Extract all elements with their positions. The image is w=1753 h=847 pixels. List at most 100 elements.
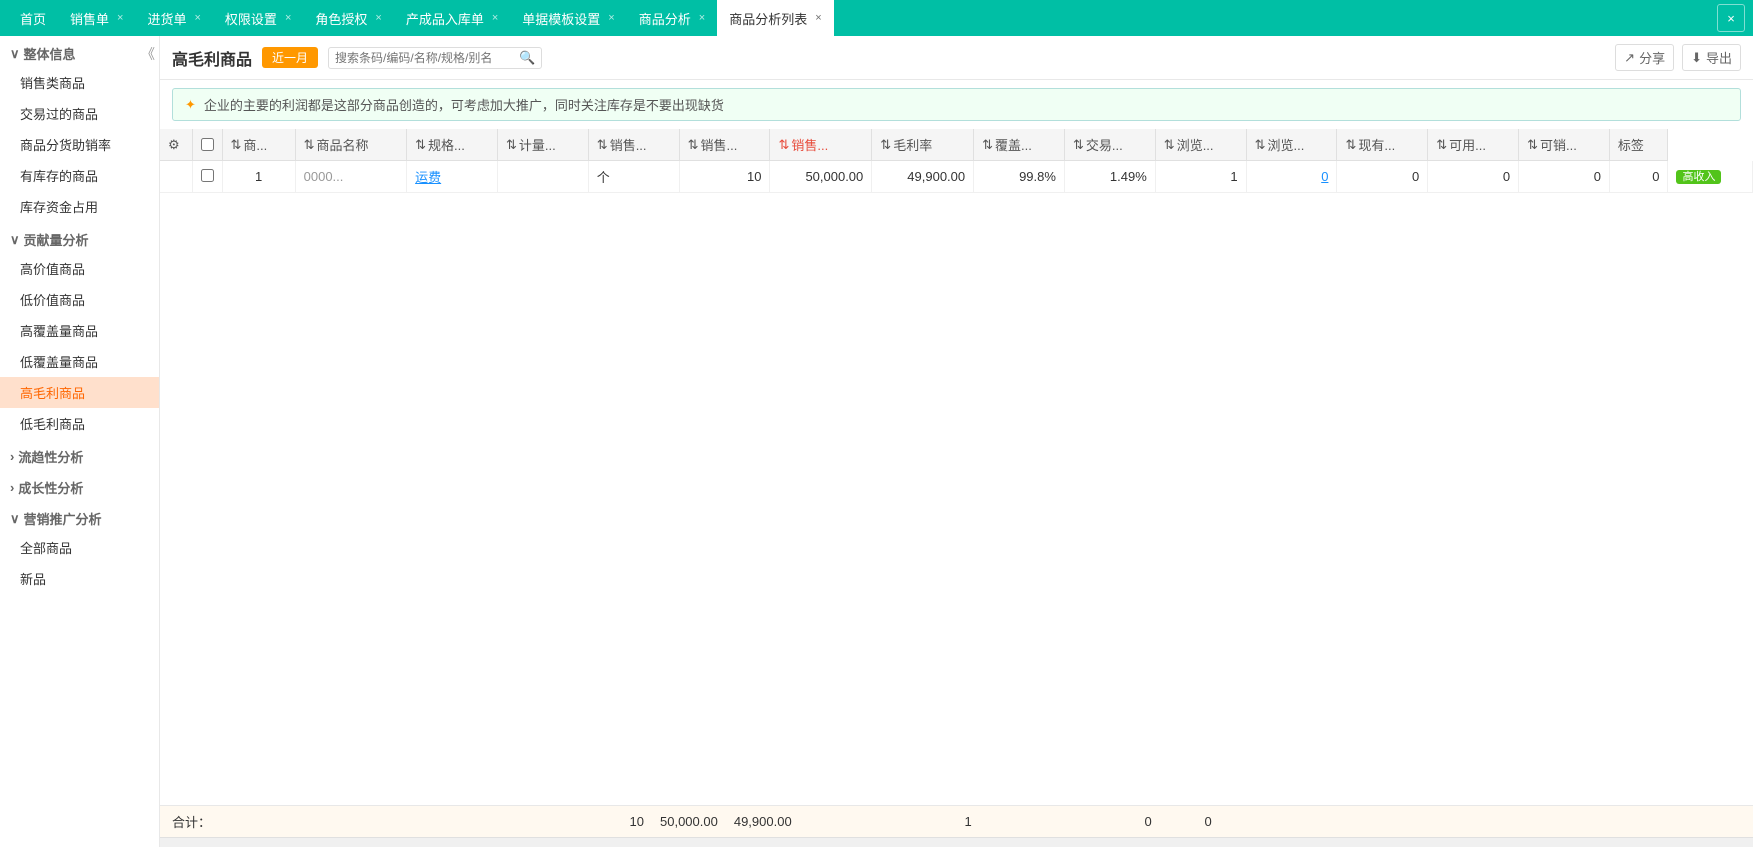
col-code: ⇅商... [222,129,295,161]
footer-available: 0 [1160,812,1220,831]
sidebar-item-high-margin[interactable]: 高毛利商品 [0,377,159,408]
col-name: ⇅商品名称 [295,129,406,161]
table-header-row: ⚙ ⇅商... ⇅商品名称 ⇅规格... ⇅计量... ⇅销售... ⇅销售..… [160,129,1753,161]
nav-product-inbound[interactable]: 产成品入库单 × [394,0,510,36]
info-text: 企业的主要的利润都是这部分商品创造的，可考虑加大推广，同时关注库存是不要出现缺货 [204,95,724,114]
cell-checkbox[interactable] [192,161,222,193]
cell-index: 1 [222,161,295,193]
select-all-checkbox[interactable] [201,138,214,151]
nav-home[interactable]: 首页 [8,0,58,36]
share-button[interactable]: ↗ 分享 [1615,44,1674,71]
cell-sales-qty: 10 [679,161,770,193]
cell-browse2: 0 [1337,161,1428,193]
footer-current-stock: 0 [1100,812,1160,831]
col-transaction: ⇅交易... [1064,129,1155,161]
col-unit: ⇅计量... [497,129,588,161]
header-actions: ↗ 分享 ⬇ 导出 [1615,44,1741,71]
table-row: 1 0000... 运费 个 10 50,000.00 49,900.00 99… [160,161,1753,193]
search-box: 🔍 [328,47,542,69]
nav-sales-order[interactable]: 销售单 × [58,0,135,36]
col-checkbox[interactable] [192,129,222,161]
sidebar-item-stock-capital[interactable]: 库存资金占用 [0,191,159,222]
col-tag: 标签 [1609,129,1668,161]
filter-period-button[interactable]: 近一月 [262,47,318,68]
top-navigation: 首页 销售单 × 进货单 × 权限设置 × 角色授权 × 产成品入库单 × 单据… [0,0,1753,36]
cell-coverage: 1.49% [1064,161,1155,193]
nav-template-settings[interactable]: 单据模板设置 × [510,0,626,36]
sidebar-item-traded-goods[interactable]: 交易过的商品 [0,98,159,129]
col-browse2: ⇅浏览... [1246,129,1337,161]
sidebar-item-assist-sales-rate[interactable]: 商品分货助销率 [0,129,159,160]
cell-spec [497,161,588,193]
sidebar-group-contribution[interactable]: ∨ 贡献量分析 [0,222,159,253]
col-current-stock: ⇅现有... [1337,129,1428,161]
row-checkbox[interactable] [201,169,214,182]
table-body: 1 0000... 运费 个 10 50,000.00 49,900.00 99… [160,161,1753,193]
cell-gross-margin: 99.8% [974,161,1065,193]
cell-browse1[interactable]: 0 [1246,161,1337,193]
col-settings[interactable]: ⚙ [160,129,192,161]
footer-cell-spacer4 [980,812,1040,831]
col-spec: ⇅规格... [407,129,498,161]
search-icon[interactable]: 🔍 [519,50,535,66]
footer-sales-qty: 10 [592,812,652,831]
footer-sales-profit: 49,900.00 [726,812,800,831]
nav-roles[interactable]: 角色授权 × [303,0,393,36]
content-area: 高毛利商品 近一月 🔍 ↗ 分享 ⬇ 导出 ✦ 企业的主要的利润都是这部分商品创… [160,36,1753,847]
footer-cell-spacer1 [252,812,592,831]
sidebar-item-stock-goods[interactable]: 有库存的商品 [0,160,159,191]
cell-name[interactable]: 运费 [407,161,498,193]
footer-cells: 10 50,000.00 49,900.00 1 0 0 [252,812,1741,831]
col-browse1: ⇅浏览... [1155,129,1246,161]
share-icon: ↗ [1624,50,1635,66]
table-footer: 合计： 10 50,000.00 49,900.00 1 0 0 [160,805,1753,837]
horizontal-scrollbar[interactable] [160,837,1753,847]
col-coverage: ⇅覆盖... [974,129,1065,161]
footer-cell-spacer3 [860,812,920,831]
cell-saleable: 0 [1609,161,1668,193]
cell-settings [160,161,192,193]
data-table: ⚙ ⇅商... ⇅商品名称 ⇅规格... ⇅计量... ⇅销售... ⇅销售..… [160,129,1753,193]
sidebar-group-growth[interactable]: › 成长性分析 [0,470,159,501]
sidebar-group-overall[interactable]: ∨ 整体信息 [0,36,159,67]
content-header: 高毛利商品 近一月 🔍 ↗ 分享 ⬇ 导出 [160,36,1753,80]
sidebar-item-low-coverage[interactable]: 低覆盖量商品 [0,346,159,377]
main-layout: 《 ∨ 整体信息 销售类商品 交易过的商品 商品分货助销率 有库存的商品 库存资… [0,36,1753,847]
col-sales-amount: ⇅销售... [679,129,770,161]
sidebar-collapse-button[interactable]: 《 [141,44,155,64]
footer-cell-spacer2 [800,812,860,831]
search-input[interactable] [335,51,515,65]
sidebar-group-marketing[interactable]: ∨ 营销推广分析 [0,501,159,532]
cell-sales-amount: 50,000.00 [770,161,872,193]
footer-cell-spacer5 [1040,812,1100,831]
sidebar-item-new-goods[interactable]: 新品 [0,563,159,594]
sidebar-item-all-goods[interactable]: 全部商品 [0,532,159,563]
nav-permissions[interactable]: 权限设置 × [213,0,303,36]
sidebar-item-low-value[interactable]: 低价值商品 [0,284,159,315]
sidebar-item-low-margin[interactable]: 低毛利商品 [0,408,159,439]
nav-product-analysis-list[interactable]: 商品分析列表 × [717,0,833,36]
table-wrapper[interactable]: ⚙ ⇅商... ⇅商品名称 ⇅规格... ⇅计量... ⇅销售... ⇅销售..… [160,129,1753,805]
cell-transaction: 1 [1155,161,1246,193]
footer-sales-amount: 50,000.00 [652,812,726,831]
footer-label: 合计： [172,812,252,831]
col-saleable: ⇅可销... [1519,129,1610,161]
export-icon: ⬇ [1691,50,1702,66]
sidebar-item-sales-goods[interactable]: 销售类商品 [0,67,159,98]
sidebar-group-trend[interactable]: › 流趋性分析 [0,439,159,470]
sidebar-item-high-coverage[interactable]: 高覆盖量商品 [0,315,159,346]
nav-product-analysis[interactable]: 商品分析 × [627,0,717,36]
cell-available: 0 [1519,161,1610,193]
export-button[interactable]: ⬇ 导出 [1682,44,1741,71]
col-gross-margin: ⇅毛利率 [872,129,974,161]
sidebar-item-high-value[interactable]: 高价值商品 [0,253,159,284]
sidebar: 《 ∨ 整体信息 销售类商品 交易过的商品 商品分货助销率 有库存的商品 库存资… [0,36,160,847]
cell-current-stock: 0 [1428,161,1519,193]
info-icon: ✦ [185,97,196,113]
close-all-tabs-button[interactable]: × [1717,4,1745,32]
footer-transaction: 1 [920,812,980,831]
col-sales-qty: ⇅销售... [588,129,679,161]
nav-purchase-order[interactable]: 进货单 × [135,0,212,36]
cell-code: 0000... [295,161,406,193]
col-sales-profit: ⇅销售... [770,129,872,161]
